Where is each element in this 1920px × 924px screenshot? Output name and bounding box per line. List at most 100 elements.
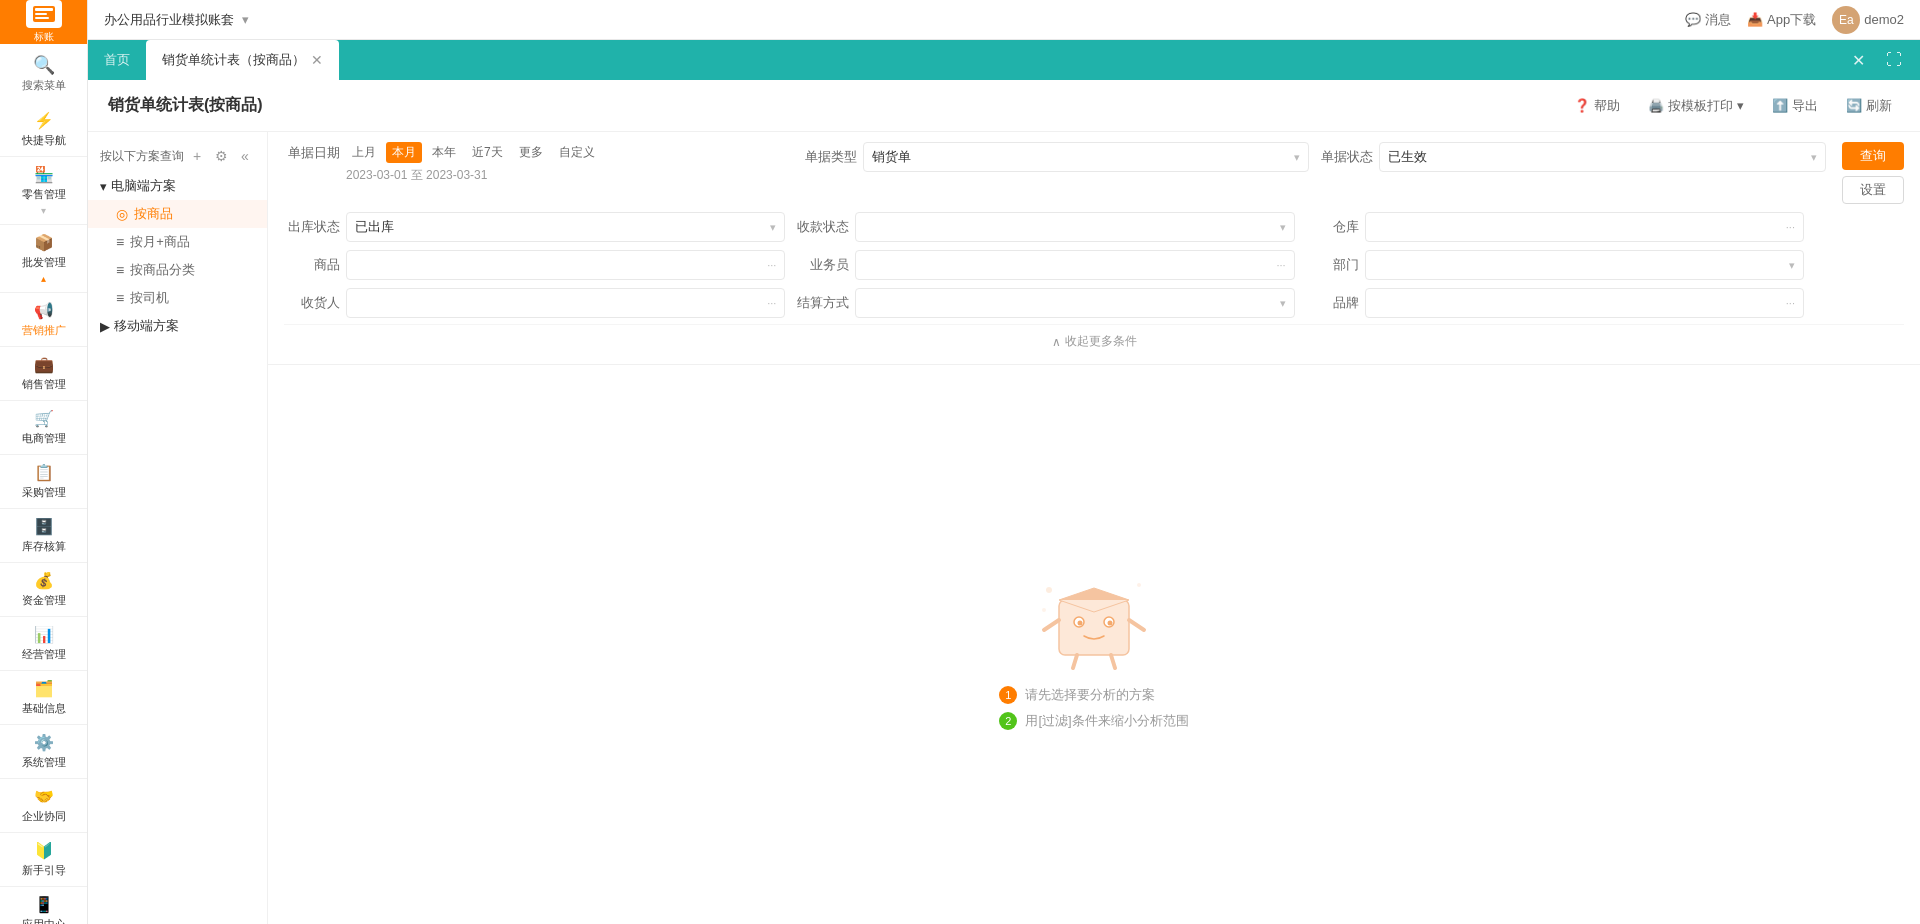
sidebar-item-enterprise[interactable]: 🤝 企业协同 — [0, 779, 87, 833]
empty-steps: 1 请先选择要分析的方案 2 用[过滤]条件来缩小分析范围 — [999, 686, 1188, 730]
print-btn[interactable]: 🖨️ 按模板打印 ▾ — [1640, 93, 1752, 119]
help-btn[interactable]: ❓ 帮助 — [1566, 93, 1628, 119]
date-tab-more[interactable]: 更多 — [513, 142, 549, 163]
brand-control[interactable]: ··· — [1365, 288, 1804, 318]
step1-num: 1 — [999, 686, 1017, 704]
date-tab-custom[interactable]: 自定义 — [553, 142, 601, 163]
department-label: 部门 — [1303, 256, 1359, 274]
print-arrow: ▾ — [1737, 98, 1744, 113]
tree-pc-arrow: ▾ — [100, 179, 107, 194]
sidebar-item-ecommerce[interactable]: 🛒 电商管理 — [0, 401, 87, 455]
search-icon: 🔍 — [33, 54, 55, 76]
enterprise-label: 企业协同 — [22, 809, 66, 824]
tab-close-icon[interactable]: ✕ — [311, 52, 323, 68]
payment-status-arrow: ▾ — [1280, 221, 1286, 234]
tabbar-expand-btn[interactable]: ⛶ — [1880, 46, 1908, 74]
sidebar-item-beginner[interactable]: 🔰 新手引导 — [0, 833, 87, 887]
goods-control[interactable]: ··· — [346, 250, 785, 280]
left-panel-header: 按以下方案查询 + ⚙ « — [88, 140, 267, 172]
sidebar-item-procurement[interactable]: 📋 采购管理 — [0, 455, 87, 509]
left-panel: 按以下方案查询 + ⚙ « ▾ 电脑端方案 ◎ 按商品 — [88, 132, 268, 924]
help-icon: ❓ — [1574, 98, 1590, 113]
sidebar-item-finance[interactable]: 💰 资金管理 — [0, 563, 87, 617]
filter-receiver: 收货人 ··· — [284, 288, 785, 318]
collapse-btn[interactable]: ∧ 收起更多条件 — [1040, 329, 1149, 354]
filter-department: 部门 ▾ — [1303, 250, 1804, 280]
tree-item-by-month-goods[interactable]: ≡ 按月+商品 — [88, 228, 267, 256]
doc-status-control[interactable]: 已生效 ▾ — [1379, 142, 1826, 172]
empty-step-2: 2 用[过滤]条件来缩小分析范围 — [999, 712, 1188, 730]
empty-svg — [1029, 560, 1159, 670]
app-download-action[interactable]: 📥 App下载 — [1747, 11, 1816, 29]
doc-status-label: 单据状态 — [1317, 148, 1373, 166]
by-month-goods-icon: ≡ — [116, 234, 124, 250]
tree-item-by-clerk[interactable]: ≡ 按司机 — [88, 284, 267, 312]
refresh-btn[interactable]: 🔄 刷新 — [1838, 93, 1900, 119]
receiver-dots: ··· — [767, 297, 776, 309]
warehouse-status-label: 出库状态 — [284, 218, 340, 236]
sidebar-item-app-center[interactable]: 📱 应用中心 — [0, 887, 87, 924]
collapse-row: ∧ 收起更多条件 — [284, 324, 1904, 358]
beginner-icon: 🔰 — [34, 841, 54, 860]
industry-dropdown-icon[interactable]: ▾ — [242, 12, 249, 27]
sidebar-item-marketing[interactable]: 📢 营销推广 — [0, 293, 87, 347]
filter-row-1: 单据日期 上月 本月 本年 近7天 更多 自定义 — [284, 142, 1904, 204]
brand-label: 品牌 — [1303, 294, 1359, 312]
salesperson-dots: ··· — [1276, 259, 1285, 271]
header-actions: ❓ 帮助 🖨️ 按模板打印 ▾ ⬆️ 导出 🔄 刷新 — [1566, 93, 1900, 119]
filter-payment-method: 结算方式 ▾ — [793, 288, 1294, 318]
date-tab-this-month[interactable]: 本月 — [386, 142, 422, 163]
beginner-label: 新手引导 — [22, 863, 66, 878]
tabbar-actions: ✕ ⛶ — [1844, 46, 1920, 74]
sidebar-item-sales[interactable]: 💼 销售管理 — [0, 347, 87, 401]
query-btn[interactable]: 查询 — [1842, 142, 1904, 170]
date-tab-last-month[interactable]: 上月 — [346, 142, 382, 163]
sidebar-item-wholesale[interactable]: 📦 批发管理 ▴ — [0, 225, 87, 293]
payment-method-control[interactable]: ▾ — [855, 288, 1294, 318]
date-tab-this-year[interactable]: 本年 — [426, 142, 462, 163]
basic-info-icon: 🗂️ — [34, 679, 54, 698]
sidebar-item-inventory[interactable]: 🗄️ 库存核算 — [0, 509, 87, 563]
date-label: 单据日期 — [284, 144, 340, 162]
sidebar-item-system[interactable]: ⚙️ 系统管理 — [0, 725, 87, 779]
tree-mobile-label: 移动端方案 — [114, 317, 179, 335]
salesperson-control[interactable]: ··· — [855, 250, 1294, 280]
tree-pc-group-header[interactable]: ▾ 电脑端方案 — [88, 172, 267, 200]
receiver-control[interactable]: ··· — [346, 288, 785, 318]
warehouse-status-control[interactable]: 已出库 ▾ — [346, 212, 785, 242]
sidebar-item-basic-info[interactable]: 🗂️ 基础信息 — [0, 671, 87, 725]
left-panel-settings-btn[interactable]: ⚙ — [211, 146, 231, 166]
enterprise-icon: 🤝 — [34, 787, 54, 806]
marketing-icon: 📢 — [34, 301, 54, 320]
sidebar-item-retail[interactable]: 🏪 零售管理 ▾ — [0, 157, 87, 225]
user-action[interactable]: Ea demo2 — [1832, 6, 1904, 34]
by-category-icon: ≡ — [116, 262, 124, 278]
tree-mobile-group-header[interactable]: ▶ 移动端方案 — [88, 312, 267, 340]
collapse-label: 收起更多条件 — [1065, 333, 1137, 350]
export-btn[interactable]: ⬆️ 导出 — [1764, 93, 1826, 119]
sidebar-item-operations[interactable]: 📊 经营管理 — [0, 617, 87, 671]
tabbar-close-btn[interactable]: ✕ — [1844, 46, 1872, 74]
svg-rect-2 — [35, 13, 47, 15]
tree-item-by-goods[interactable]: ◎ 按商品 — [88, 200, 267, 228]
warehouse-control[interactable]: ··· — [1365, 212, 1804, 242]
search-menu-item[interactable]: 🔍 搜索菜单 — [0, 44, 87, 103]
left-panel-add-btn[interactable]: + — [187, 146, 207, 166]
date-tab-7days[interactable]: 近7天 — [466, 142, 509, 163]
by-category-label: 按商品分类 — [130, 261, 195, 279]
tab-sales-stat[interactable]: 销货单统计表（按商品） ✕ — [146, 40, 339, 80]
department-control[interactable]: ▾ — [1365, 250, 1804, 280]
svg-rect-3 — [35, 17, 49, 19]
payment-status-control[interactable]: ▾ — [855, 212, 1294, 242]
setup-btn[interactable]: 设置 — [1842, 176, 1904, 204]
tree-item-by-category[interactable]: ≡ 按商品分类 — [88, 256, 267, 284]
left-panel-collapse-btn[interactable]: « — [235, 146, 255, 166]
page-title: 销货单统计表(按商品) — [108, 95, 263, 116]
message-action[interactable]: 💬 消息 — [1685, 11, 1731, 29]
sidebar-item-quick-nav[interactable]: ⚡ 快捷导航 — [0, 103, 87, 157]
doc-type-control[interactable]: 销货单 ▾ — [863, 142, 1310, 172]
marketing-label: 营销推广 — [22, 323, 66, 338]
filter-doc-status: 单据状态 已生效 ▾ — [1317, 142, 1826, 172]
by-goods-icon: ◎ — [116, 206, 128, 222]
tab-home[interactable]: 首页 — [88, 40, 146, 80]
